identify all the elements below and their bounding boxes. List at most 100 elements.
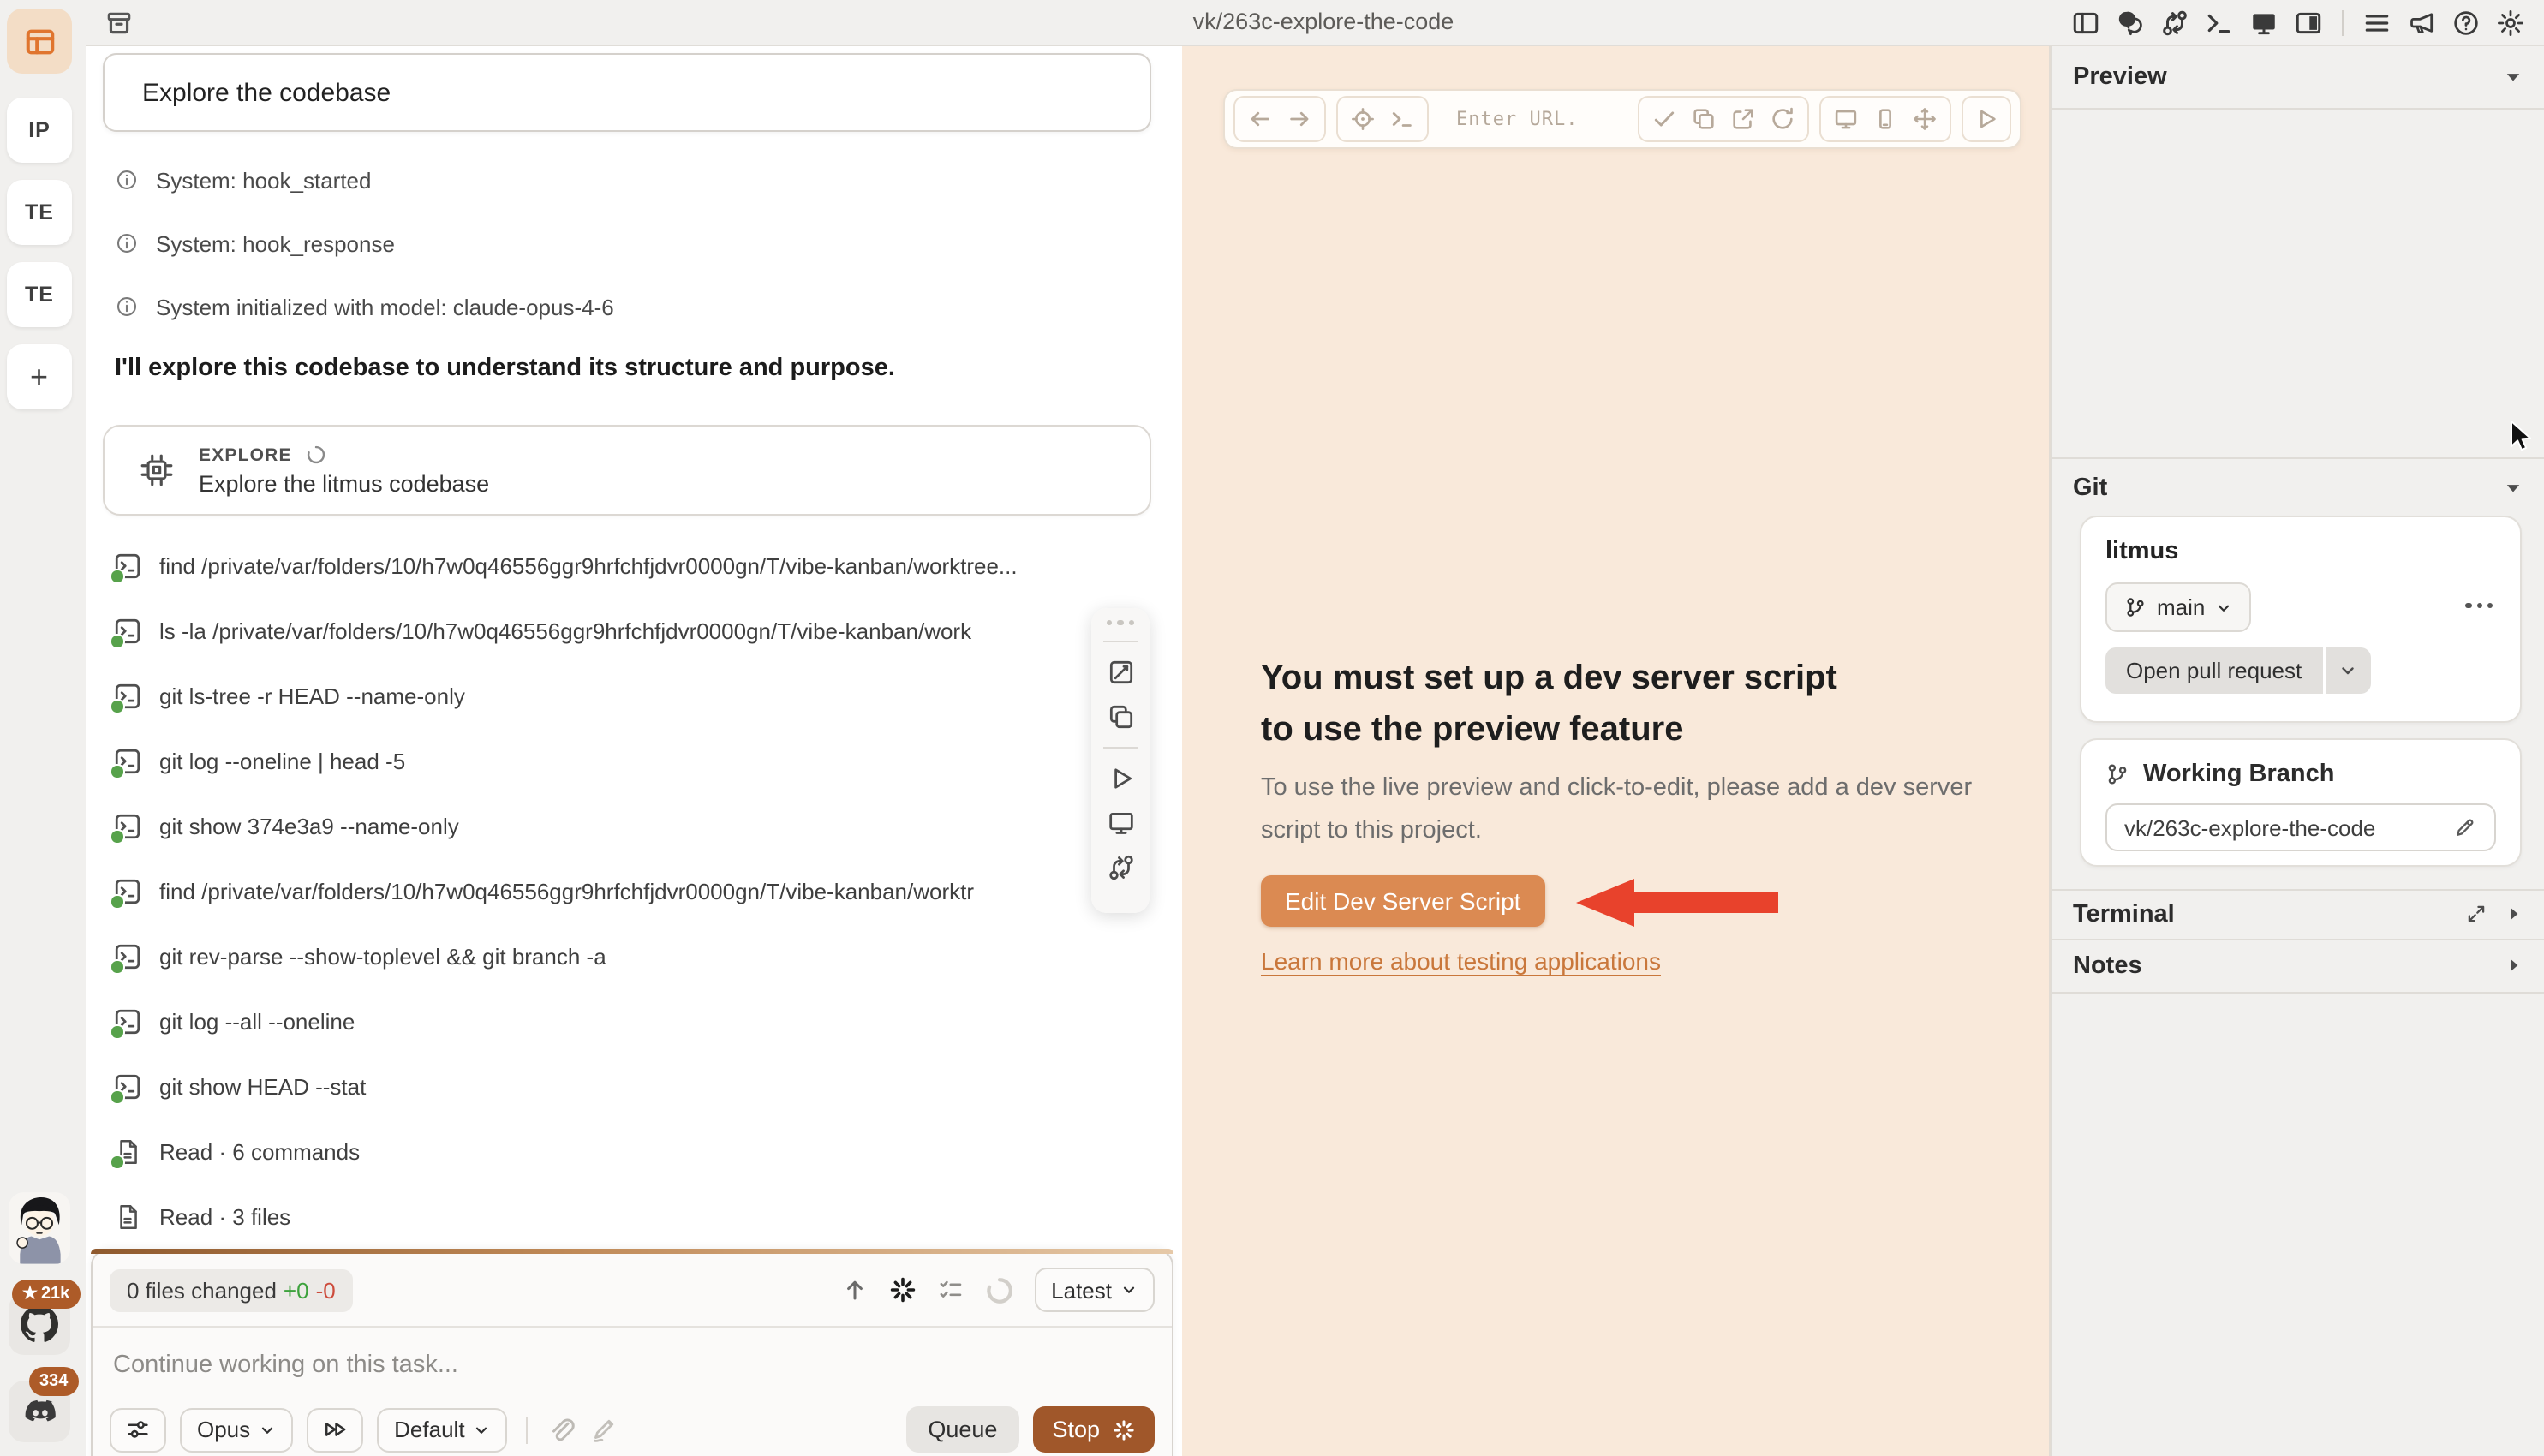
- command-row[interactable]: find /private/var/folders/10/h7w0q46556g…: [113, 545, 1018, 586]
- command-text: git rev-parse --show-toplevel && git bra…: [159, 943, 606, 969]
- working-branch-label: Working Branch: [2143, 761, 2334, 788]
- help-icon[interactable]: [2451, 8, 2481, 37]
- sidebar-tab-te-2[interactable]: TE: [7, 262, 72, 327]
- learn-more-link[interactable]: Learn more about testing applications: [1261, 947, 1661, 975]
- preview-section-header[interactable]: Preview: [2052, 46, 2544, 108]
- model-dropdown[interactable]: Opus: [180, 1407, 293, 1452]
- sliders-icon: [125, 1417, 151, 1442]
- command-row[interactable]: git rev-parse --show-toplevel && git bra…: [113, 935, 606, 976]
- desktop-icon[interactable]: [1833, 106, 1859, 132]
- status-dot: [110, 1155, 124, 1169]
- move-icon[interactable]: [1912, 106, 1938, 132]
- status-dot: [110, 894, 124, 909]
- play-icon[interactable]: [1106, 764, 1135, 793]
- edit-dev-server-script-button[interactable]: Edit Dev Server Script: [1261, 875, 1544, 927]
- command-row[interactable]: git log --all --oneline: [113, 1000, 355, 1041]
- sidebar-add-tab-button[interactable]: +: [7, 344, 72, 409]
- github-stars-count: 21k: [41, 1285, 69, 1304]
- caret-right-icon[interactable]: [2505, 904, 2523, 923]
- spinner-icon: [306, 444, 328, 466]
- external-link-icon[interactable]: [1730, 106, 1756, 132]
- url-input[interactable]: Enter URL.: [1439, 108, 1627, 130]
- target-icon[interactable]: [1350, 106, 1376, 132]
- git-compare-icon[interactable]: [2160, 8, 2189, 37]
- terminal-icon[interactable]: [1389, 106, 1415, 132]
- terminal-icon[interactable]: [2205, 8, 2234, 37]
- attach-paperclip-icon[interactable]: [547, 1415, 576, 1444]
- back-icon[interactable]: [1247, 106, 1273, 132]
- sidebar-tab-active[interactable]: [7, 9, 72, 74]
- notes-section-header[interactable]: Notes: [2052, 939, 2544, 992]
- copy-icon[interactable]: [1691, 106, 1717, 132]
- heading-line-1: You must set up a dev server script: [1261, 653, 1837, 704]
- command-row[interactable]: find /private/var/folders/10/h7w0q46556g…: [113, 870, 974, 911]
- explore-tool-card[interactable]: EXPLORE Explore the litmus codebase: [103, 425, 1151, 516]
- task-title: Explore the codebase: [142, 78, 391, 107]
- more-options-button[interactable]: [2466, 603, 2493, 608]
- actions-separator: [527, 1416, 529, 1443]
- play-icon[interactable]: [1974, 106, 1999, 132]
- chat-bubbles-icon[interactable]: [2116, 8, 2145, 37]
- menu-icon[interactable]: [2362, 8, 2392, 37]
- edit-region-icon[interactable]: [1106, 658, 1135, 687]
- monitor-icon[interactable]: [1106, 809, 1135, 838]
- signature-pen-icon[interactable]: [590, 1415, 619, 1444]
- expand-icon[interactable]: [2465, 903, 2487, 925]
- settings-sliders-button[interactable]: [110, 1407, 166, 1452]
- caret-down-icon[interactable]: [2503, 67, 2523, 87]
- checklist-icon[interactable]: [936, 1276, 964, 1304]
- fast-forward-button[interactable]: [307, 1407, 363, 1452]
- terminal-command-icon: [113, 551, 142, 580]
- command-row[interactable]: git ls-tree -r HEAD --name-only: [113, 675, 465, 716]
- forward-icon[interactable]: [1287, 106, 1312, 132]
- burst-icon[interactable]: [888, 1276, 916, 1304]
- git-compare-icon[interactable]: [1106, 853, 1135, 882]
- command-row[interactable]: git log --oneline | head -5: [113, 740, 405, 781]
- git-section-header[interactable]: Git: [2052, 457, 2544, 519]
- terminal-command-icon: [113, 746, 142, 775]
- working-branch-input[interactable]: vk/263c-explore-the-code: [2105, 803, 2496, 851]
- read-row[interactable]: Read · 6 commands: [113, 1131, 360, 1172]
- info-icon: [115, 168, 139, 192]
- refresh-icon[interactable]: [1770, 106, 1795, 132]
- copy-icon[interactable]: [1106, 702, 1135, 731]
- check-icon[interactable]: [1651, 106, 1677, 132]
- command-row[interactable]: git show 374e3a9 --name-only: [113, 805, 459, 846]
- monitor-icon[interactable]: [2249, 8, 2278, 37]
- sidebar-tab-ip[interactable]: IP: [7, 98, 72, 163]
- megaphone-icon[interactable]: [2407, 8, 2436, 37]
- files-changed-pill[interactable]: 0 files changed +0 -0: [110, 1268, 353, 1311]
- panel-left-icon[interactable]: [2071, 8, 2100, 37]
- profile-dropdown[interactable]: Default: [377, 1407, 507, 1452]
- preview-panel: Enter URL. You must set up a dev server …: [1182, 46, 2051, 1456]
- caret-right-icon[interactable]: [2505, 956, 2523, 975]
- mouse-cursor: [2510, 420, 2534, 454]
- panel-right-icon[interactable]: [2294, 8, 2323, 37]
- open-pull-request-button[interactable]: Open pull request: [2105, 647, 2322, 694]
- settings-gear-icon[interactable]: [2496, 8, 2525, 37]
- read-row[interactable]: Read · 3 files: [113, 1196, 290, 1237]
- task-title-card[interactable]: Explore the codebase: [103, 53, 1151, 132]
- preview-section-body: [2052, 108, 2544, 457]
- latest-dropdown[interactable]: Latest: [1034, 1268, 1155, 1312]
- command-row[interactable]: ls -la /private/var/folders/10/h7w0q4655…: [113, 610, 971, 651]
- preview-browser-toolbar: Enter URL.: [1223, 89, 2021, 149]
- mobile-icon[interactable]: [1872, 106, 1898, 132]
- message-input[interactable]: Continue working on this task...: [113, 1352, 458, 1379]
- terminal-section-header[interactable]: Terminal: [2052, 889, 2544, 939]
- star-icon: ★: [22, 1285, 38, 1304]
- sidebar-tab-te-1[interactable]: TE: [7, 180, 72, 245]
- drag-handle[interactable]: [1107, 620, 1133, 625]
- queue-button[interactable]: Queue: [905, 1406, 1019, 1453]
- caret-down-icon[interactable]: [2503, 478, 2523, 498]
- discord-link[interactable]: 334: [9, 1381, 70, 1442]
- avatar[interactable]: [9, 1192, 70, 1264]
- base-branch-dropdown[interactable]: main: [2105, 582, 2251, 632]
- open-pr-caret-button[interactable]: [2326, 647, 2370, 694]
- command-row[interactable]: git show HEAD --stat: [113, 1065, 366, 1107]
- stop-button[interactable]: Stop: [1033, 1406, 1155, 1453]
- github-link[interactable]: ★21k: [9, 1293, 70, 1355]
- scroll-up-icon[interactable]: [840, 1276, 868, 1304]
- info-icon: [115, 231, 139, 255]
- edit-pencil-icon[interactable]: [2453, 815, 2477, 839]
